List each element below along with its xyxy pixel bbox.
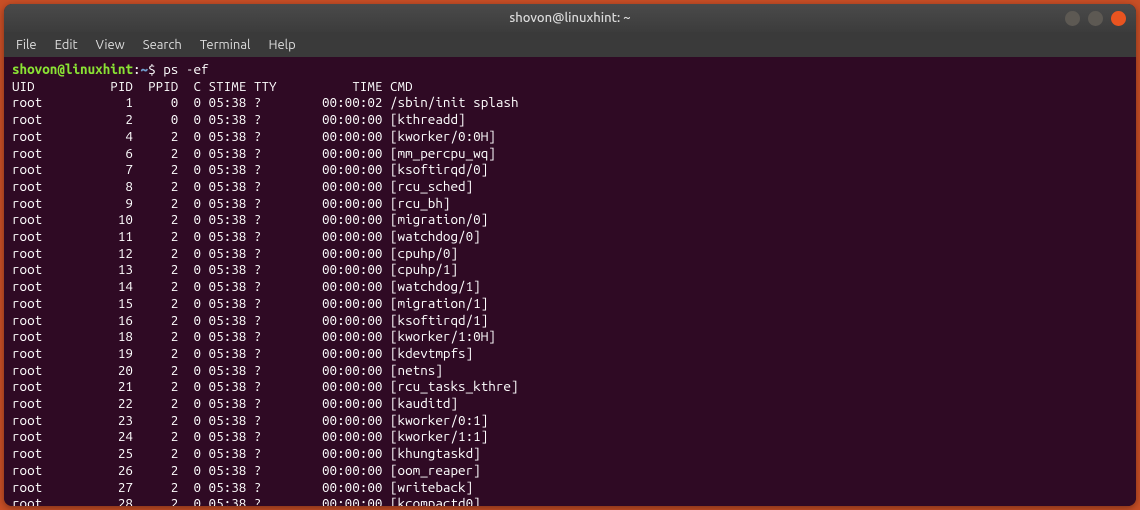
prompt-userhost: shovon@linuxhint — [12, 61, 133, 77]
titlebar[interactable]: shovon@linuxhint: ~ — [4, 4, 1136, 32]
ps-row: root 11 2 0 05:38 ? 00:00:00 [watchdog/0… — [12, 228, 1128, 245]
ps-row: root 27 2 0 05:38 ? 00:00:00 [writeback] — [12, 479, 1128, 496]
ps-row: root 18 2 0 05:38 ? 00:00:00 [kworker/1:… — [12, 328, 1128, 345]
ps-row: root 28 2 0 05:38 ? 00:00:00 [kcompactd0… — [12, 495, 1128, 506]
window-title: shovon@linuxhint: ~ — [14, 11, 1126, 25]
ps-row: root 9 2 0 05:38 ? 00:00:00 [rcu_bh] — [12, 195, 1128, 212]
ps-row: root 22 2 0 05:38 ? 00:00:00 [kauditd] — [12, 395, 1128, 412]
maximize-icon[interactable] — [1088, 11, 1103, 26]
ps-row: root 15 2 0 05:38 ? 00:00:00 [migration/… — [12, 295, 1128, 312]
terminal-body[interactable]: shovon@linuxhint:~$ ps -efUID PID PPID C… — [4, 57, 1136, 506]
menu-edit[interactable]: Edit — [55, 38, 78, 52]
ps-row: root 2 0 0 05:38 ? 00:00:00 [kthreadd] — [12, 111, 1128, 128]
ps-row: root 20 2 0 05:38 ? 00:00:00 [netns] — [12, 362, 1128, 379]
ps-row: root 14 2 0 05:38 ? 00:00:00 [watchdog/1… — [12, 278, 1128, 295]
ps-row: root 25 2 0 05:38 ? 00:00:00 [khungtaskd… — [12, 445, 1128, 462]
ps-row: root 8 2 0 05:38 ? 00:00:00 [rcu_sched] — [12, 178, 1128, 195]
ps-header: UID PID PPID C STIME TTY TIME CMD — [12, 78, 1128, 95]
close-icon[interactable] — [1111, 11, 1126, 26]
menu-file[interactable]: File — [16, 38, 37, 52]
menu-search[interactable]: Search — [143, 38, 182, 52]
typed-command: ps -ef — [163, 61, 208, 77]
menubar: File Edit View Search Terminal Help — [4, 32, 1136, 57]
window-controls — [1065, 11, 1126, 26]
ps-row: root 16 2 0 05:38 ? 00:00:00 [ksoftirqd/… — [12, 312, 1128, 329]
ps-row: root 4 2 0 05:38 ? 00:00:00 [kworker/0:0… — [12, 128, 1128, 145]
ps-row: root 21 2 0 05:38 ? 00:00:00 [rcu_tasks_… — [12, 378, 1128, 395]
ps-row: root 6 2 0 05:38 ? 00:00:00 [mm_percpu_w… — [12, 145, 1128, 162]
ps-row: root 26 2 0 05:38 ? 00:00:00 [oom_reaper… — [12, 462, 1128, 479]
ps-row: root 13 2 0 05:38 ? 00:00:00 [cpuhp/1] — [12, 261, 1128, 278]
ps-row: root 19 2 0 05:38 ? 00:00:00 [kdevtmpfs] — [12, 345, 1128, 362]
menu-terminal[interactable]: Terminal — [200, 38, 251, 52]
menu-view[interactable]: View — [96, 38, 125, 52]
ps-row: root 10 2 0 05:38 ? 00:00:00 [migration/… — [12, 211, 1128, 228]
ps-row: root 12 2 0 05:38 ? 00:00:00 [cpuhp/0] — [12, 245, 1128, 262]
ps-row: root 24 2 0 05:38 ? 00:00:00 [kworker/1:… — [12, 428, 1128, 445]
terminal-window: shovon@linuxhint: ~ File Edit View Searc… — [4, 4, 1136, 506]
minimize-icon[interactable] — [1065, 11, 1080, 26]
prompt-line: shovon@linuxhint:~$ ps -ef — [12, 61, 1128, 78]
menu-help[interactable]: Help — [268, 38, 295, 52]
ps-row: root 1 0 0 05:38 ? 00:00:02 /sbin/init s… — [12, 94, 1128, 111]
prompt-path: ~ — [141, 61, 149, 77]
ps-row: root 23 2 0 05:38 ? 00:00:00 [kworker/0:… — [12, 412, 1128, 429]
ps-row: root 7 2 0 05:38 ? 00:00:00 [ksoftirqd/0… — [12, 161, 1128, 178]
